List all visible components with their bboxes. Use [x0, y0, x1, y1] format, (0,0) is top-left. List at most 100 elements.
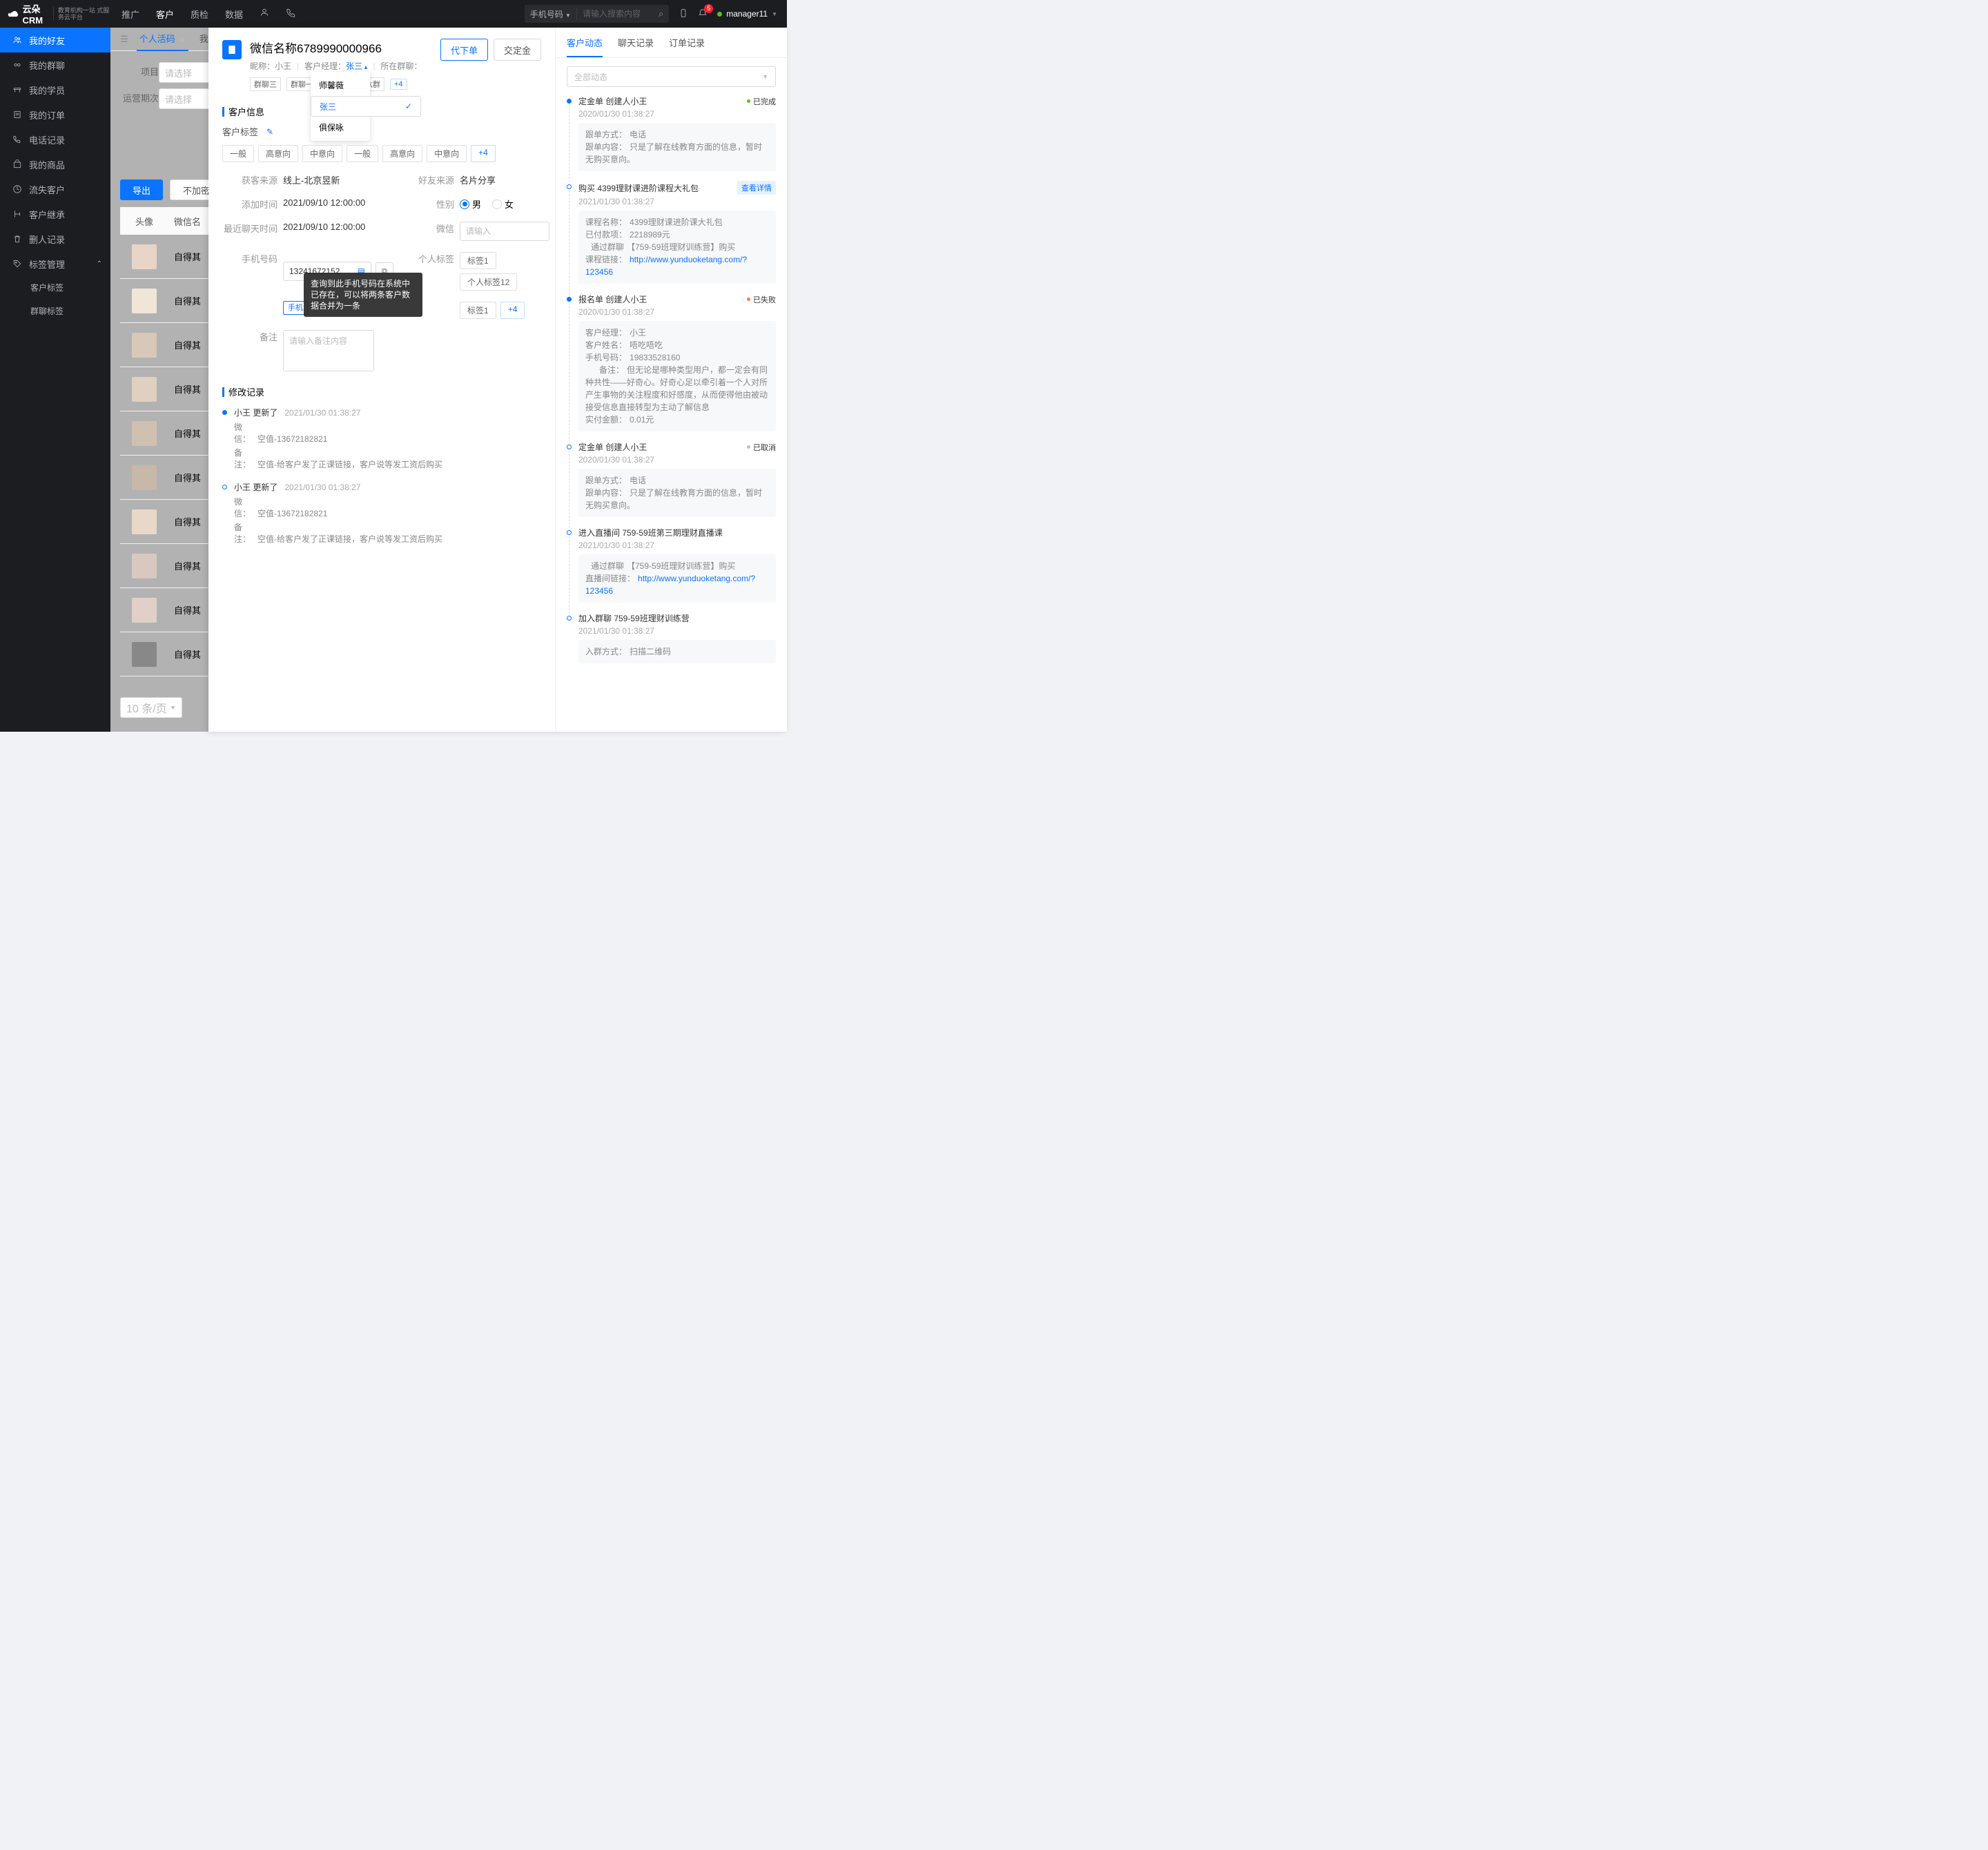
- group-tag[interactable]: 群聊三: [250, 77, 281, 91]
- customer-drawer: 微信名称6789990000966 昵称：小王| 客户经理：张三| 所在群聊： …: [208, 28, 787, 732]
- tag[interactable]: 一般: [222, 145, 254, 162]
- lastchat-value: 2021/09/10 12:00:00: [283, 222, 393, 241]
- sidebar-item[interactable]: 客户继承: [0, 202, 110, 226]
- tags-label: 客户标签: [222, 125, 258, 138]
- wechat-input[interactable]: [460, 222, 549, 241]
- search-box: 手机号码 ▼ ⌕: [525, 5, 670, 23]
- tag-more[interactable]: +4: [471, 145, 496, 162]
- friend-value: 名片分享: [460, 173, 549, 186]
- tag[interactable]: 中意向: [302, 145, 342, 162]
- activity-item: 定金单 创建人小王已完成2020/01/30 01:38:27跟单方式：电话跟单…: [567, 95, 776, 181]
- addtime-label: 添加时间: [222, 197, 277, 211]
- filter-period-label: 运营期次: [120, 88, 159, 109]
- filter-project-label: 项目: [120, 62, 159, 83]
- gender-label: 性别: [399, 197, 454, 211]
- history-item: 小王 更新了2021/01/30 01:38:27微信：空值-136721828…: [222, 481, 541, 556]
- activity-item: 购买 4399理财课进阶课程大礼包查看详情2021/01/30 01:38:27…: [567, 181, 776, 293]
- mobile-icon[interactable]: [679, 8, 688, 20]
- tag[interactable]: 高意向: [382, 145, 422, 162]
- remark-textarea[interactable]: 请输入备注内容: [283, 330, 374, 371]
- bell-icon[interactable]: 5: [698, 8, 708, 20]
- tab-activity[interactable]: 客户动态: [567, 36, 603, 57]
- source-label: 获客来源: [222, 173, 277, 186]
- deposit-button[interactable]: 交定金: [494, 39, 541, 61]
- sidebar-item[interactable]: 流失客户: [0, 177, 110, 202]
- brand-sub: 教育机构一站 式服务云平台: [53, 7, 110, 21]
- personal-tag[interactable]: 标签1: [460, 252, 496, 269]
- manager-select[interactable]: 张三: [346, 61, 367, 71]
- remark-label: 备注: [222, 330, 277, 371]
- user-menu[interactable]: manager11▼: [717, 9, 777, 19]
- sidebar-item[interactable]: 删人记录: [0, 226, 110, 251]
- sidebar-item[interactable]: 我的好友: [0, 28, 110, 52]
- notification-badge: 5: [704, 4, 713, 13]
- dropdown-option[interactable]: 师馨薇: [311, 75, 370, 96]
- logo: 云朵CRM 教育机构一站 式服务云平台: [0, 2, 110, 26]
- wechat-label: 微信: [399, 222, 454, 241]
- sidebar-item[interactable]: 电话记录: [0, 127, 110, 152]
- brand-name: 云朵CRM: [23, 2, 49, 26]
- activity-item: 报名单 创建人小王已失败2020/01/30 01:38:27客户经理：小王客户…: [567, 293, 776, 441]
- nav-promotion[interactable]: 推广: [121, 8, 139, 21]
- sidebar-item[interactable]: 我的学员: [0, 77, 110, 102]
- sidebar-subitem[interactable]: 客户标签: [0, 276, 110, 300]
- personal-tag[interactable]: 标签1: [460, 302, 496, 319]
- search-input[interactable]: [577, 9, 653, 19]
- nav-data[interactable]: 数据: [225, 8, 243, 21]
- personal-tag-more[interactable]: +4: [500, 302, 525, 319]
- addtime-value: 2021/09/10 12:00:00: [283, 197, 393, 211]
- tab-chatlog[interactable]: 聊天记录: [618, 36, 654, 57]
- search-type-select[interactable]: 手机号码 ▼: [525, 8, 577, 20]
- drawer-main: 微信名称6789990000966 昵称：小王| 客户经理：张三| 所在群聊： …: [208, 28, 555, 732]
- activity-item: 进入直播间 759-59班第三期理财直播课2021/01/30 01:38:27…: [567, 527, 776, 612]
- activity-item: 加入群聊 759-59班理财训练营2021/01/30 01:38:27入群方式…: [567, 612, 776, 673]
- activity-item: 定金单 创建人小王已取消2020/01/30 01:38:27跟单方式：电话跟单…: [567, 441, 776, 527]
- nav-customer[interactable]: 客户: [156, 8, 174, 21]
- col-avatar: 头像: [120, 215, 168, 228]
- customer-title: 微信名称6789990000966: [250, 39, 432, 56]
- dropdown-option[interactable]: 俱保咏: [311, 117, 370, 138]
- lastchat-label: 最近聊天时间: [222, 222, 277, 241]
- edit-tags-icon[interactable]: ✎: [266, 127, 273, 137]
- sidebar-item[interactable]: 标签管理⌃: [0, 251, 110, 276]
- export-button[interactable]: 导出: [120, 179, 163, 200]
- section-history: 修改记录: [222, 385, 541, 398]
- customer-icon: [222, 40, 242, 59]
- female-radio[interactable]: 女: [492, 197, 514, 211]
- sidebar: 我的好友我的群聊我的学员我的订单电话记录我的商品流失客户客户继承删人记录标签管理…: [0, 28, 110, 732]
- sidebar-item[interactable]: 我的订单: [0, 102, 110, 127]
- top-nav: 推广 客户 质检 数据: [121, 8, 295, 21]
- activity-filter-select[interactable]: 全部动态▼: [567, 66, 776, 87]
- tag[interactable]: 中意向: [427, 145, 467, 162]
- close-icon[interactable]: ✕: [179, 36, 186, 44]
- tab-orderlog[interactable]: 订单记录: [669, 36, 705, 57]
- collapse-icon[interactable]: ☰: [120, 34, 128, 45]
- view-detail-link[interactable]: 查看详情: [737, 181, 776, 195]
- top-bar: 云朵CRM 教育机构一站 式服务云平台 推广 客户 质检 数据 手机号码 ▼ ⌕…: [0, 0, 787, 28]
- friend-label: 好友来源: [399, 173, 454, 186]
- page-size-select[interactable]: 10 条/页▼: [120, 697, 182, 718]
- manager-dropdown: 师馨薇 张三✓ 俱保咏: [311, 72, 370, 141]
- tag[interactable]: 一般: [347, 145, 378, 162]
- proxy-order-button[interactable]: 代下单: [440, 39, 488, 61]
- check-icon: ✓: [405, 101, 412, 111]
- history-item: 小王 更新了2021/01/30 01:38:27微信：空值-136721828…: [222, 407, 541, 481]
- nav-phone-icon[interactable]: [286, 8, 295, 21]
- sidebar-subitem[interactable]: 群聊标签: [0, 300, 110, 323]
- search-icon[interactable]: ⌕: [653, 8, 669, 19]
- dropdown-option[interactable]: 张三✓: [311, 96, 421, 117]
- phone-label: 手机号码: [222, 252, 277, 291]
- tag[interactable]: 高意向: [258, 145, 298, 162]
- sidebar-item[interactable]: 我的群聊: [0, 52, 110, 77]
- nav-qc[interactable]: 质检: [191, 8, 208, 21]
- activity-panel: 客户动态 聊天记录 订单记录 全部动态▼ 定金单 创建人小王已完成2020/01…: [555, 28, 787, 732]
- source-value: 线上-北京昱新: [283, 173, 393, 186]
- group-more[interactable]: +4: [390, 79, 407, 90]
- personal-tag[interactable]: 个人标签12: [460, 273, 517, 291]
- nav-user-icon[interactable]: [260, 8, 269, 21]
- sidebar-item[interactable]: 我的商品: [0, 152, 110, 177]
- male-radio[interactable]: 男: [460, 197, 481, 211]
- gender-radios: 男 女: [460, 197, 549, 211]
- phone-warning-tooltip: 查询到此手机号码在系统中已存在，可以将两条客户数据合并为一条: [304, 273, 422, 317]
- tab-livecode[interactable]: 个人活码✕: [137, 28, 188, 51]
